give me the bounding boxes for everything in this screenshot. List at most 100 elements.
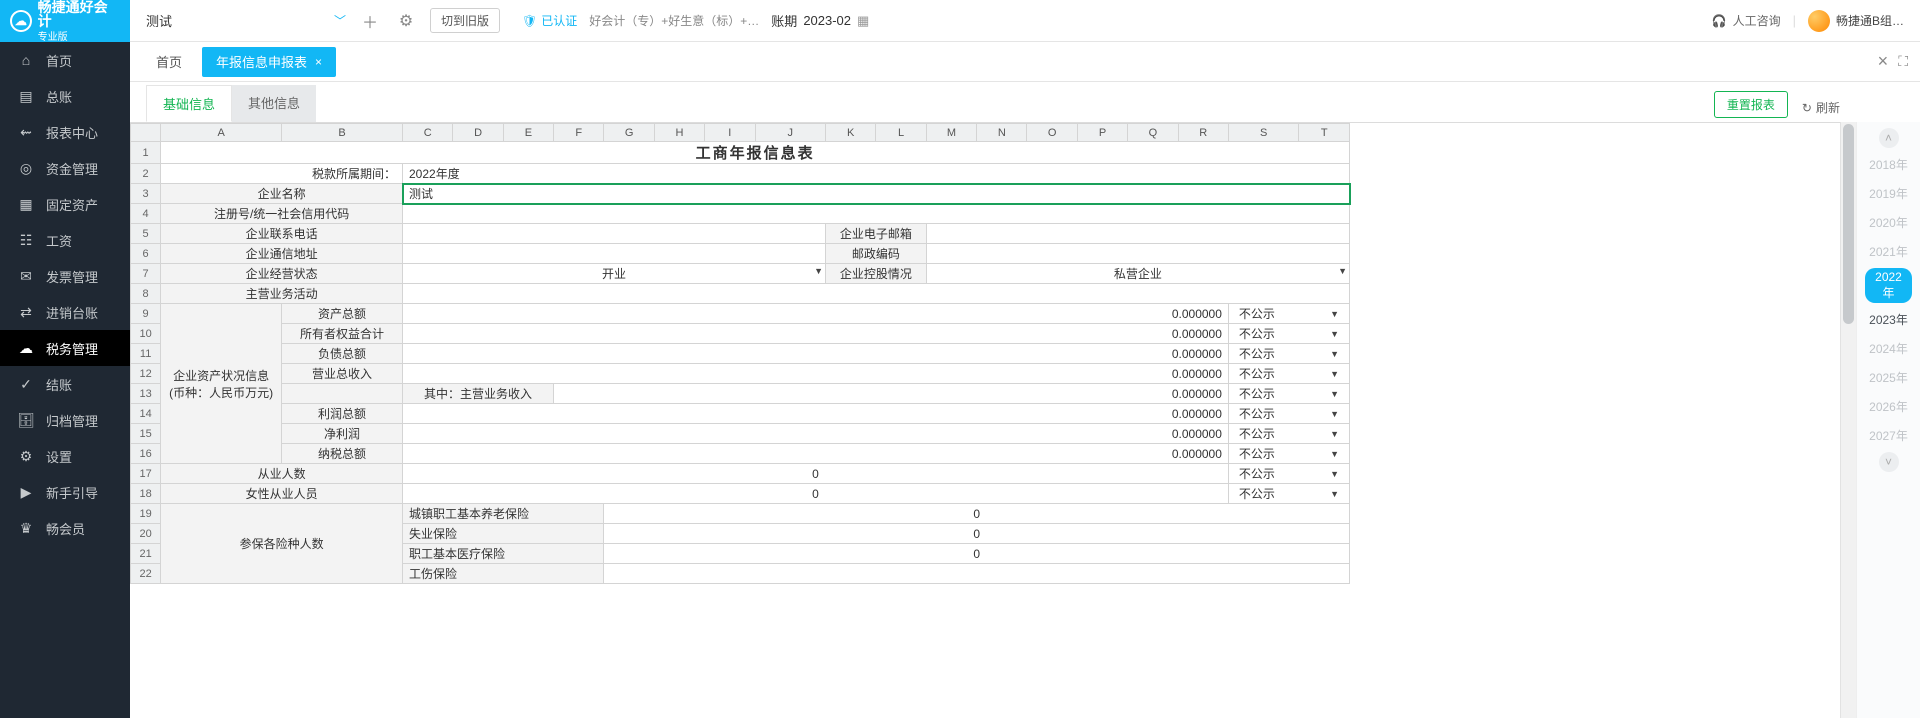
col-N[interactable]: N xyxy=(977,124,1027,142)
rownum-21[interactable]: 21 xyxy=(131,544,161,564)
input-reg-no[interactable] xyxy=(403,204,1350,224)
period-selector[interactable]: 账期 2023-02 ▦ xyxy=(771,11,869,30)
asset-value-14[interactable]: 0.000000 xyxy=(403,404,1229,424)
rownum-13[interactable]: 13 xyxy=(131,384,161,404)
input-employees[interactable]: 0 xyxy=(403,464,1229,484)
asset-value-9[interactable]: 0.000000 xyxy=(403,304,1229,324)
asset-disc-11[interactable]: 不公示▼ xyxy=(1228,344,1349,364)
rownum-5[interactable]: 5 xyxy=(131,224,161,244)
input-female-emp[interactable]: 0 xyxy=(403,484,1229,504)
year-2023年[interactable]: 2023年 xyxy=(1857,305,1920,334)
rownum-1[interactable]: 1 xyxy=(131,142,161,164)
rownum-3[interactable]: 3 xyxy=(131,184,161,204)
select-op-status[interactable]: 开业▼ xyxy=(403,264,826,284)
asset-disc-9[interactable]: 不公示▼ xyxy=(1228,304,1349,324)
year-2020年[interactable]: 2020年 xyxy=(1857,208,1920,237)
fullscreen-icon[interactable]: ⛶ xyxy=(1898,53,1908,70)
tab-home[interactable]: 首页 xyxy=(142,47,196,77)
rownum-11[interactable]: 11 xyxy=(131,344,161,364)
col-rownum[interactable] xyxy=(131,124,161,142)
select-holding[interactable]: 私营企业▼ xyxy=(926,264,1349,284)
add-button[interactable]: ＋ xyxy=(358,9,382,33)
switch-old-button[interactable]: 切到旧版 xyxy=(430,8,500,33)
subtab-basic[interactable]: 基础信息 xyxy=(146,85,232,122)
col-S[interactable]: S xyxy=(1228,124,1299,142)
col-H[interactable]: H xyxy=(654,124,704,142)
sidebar-item-10[interactable]: 🗄 归档管理 xyxy=(0,402,130,438)
rownum-17[interactable]: 17 xyxy=(131,464,161,484)
col-A[interactable]: A xyxy=(161,124,282,142)
col-F[interactable]: F xyxy=(554,124,604,142)
vertical-scrollbar[interactable] xyxy=(1840,122,1856,718)
rownum-16[interactable]: 16 xyxy=(131,444,161,464)
rownum-12[interactable]: 12 xyxy=(131,364,161,384)
settings-icon[interactable]: ⚙ xyxy=(394,9,418,33)
subtab-other[interactable]: 其他信息 xyxy=(232,85,316,122)
col-D[interactable]: D xyxy=(453,124,503,142)
reset-report-button[interactable]: 重置报表 xyxy=(1714,91,1788,118)
year-2019年[interactable]: 2019年 xyxy=(1857,179,1920,208)
asset-value-15[interactable]: 0.000000 xyxy=(403,424,1229,444)
year-down-button[interactable]: ˅ xyxy=(1879,452,1899,472)
col-M[interactable]: M xyxy=(926,124,976,142)
company-selector[interactable]: 测试 ﹀ xyxy=(146,11,346,30)
input-main-biz[interactable] xyxy=(403,284,1350,304)
rownum-8[interactable]: 8 xyxy=(131,284,161,304)
col-K[interactable]: K xyxy=(826,124,876,142)
col-T[interactable]: T xyxy=(1299,124,1350,142)
year-2025年[interactable]: 2025年 xyxy=(1857,363,1920,392)
sidebar-item-11[interactable]: ⚙ 设置 xyxy=(0,438,130,474)
year-up-button[interactable]: ˄ xyxy=(1879,128,1899,148)
close-all-tabs-button[interactable]: × xyxy=(1878,51,1889,72)
rownum-15[interactable]: 15 xyxy=(131,424,161,444)
asset-value-13[interactable]: 0.000000 xyxy=(554,384,1229,404)
asset-disc-12[interactable]: 不公示▼ xyxy=(1228,364,1349,384)
ins-value-22[interactable] xyxy=(604,564,1350,584)
asset-value-12[interactable]: 0.000000 xyxy=(403,364,1229,384)
refresh-button[interactable]: ↻ 刷新 xyxy=(1802,99,1840,116)
rownum-19[interactable]: 19 xyxy=(131,504,161,524)
spreadsheet[interactable]: ABCDEFGHIJKLMNOPQRST 1工商年报信息表2税款所属期间：202… xyxy=(130,122,1856,718)
rownum-10[interactable]: 10 xyxy=(131,324,161,344)
col-C[interactable]: C xyxy=(403,124,453,142)
sidebar-item-13[interactable]: ♛ 畅会员 xyxy=(0,510,130,546)
input-phone[interactable] xyxy=(403,224,826,244)
sidebar-item-4[interactable]: ▦ 固定资产 xyxy=(0,186,130,222)
asset-disc-16[interactable]: 不公示▼ xyxy=(1228,444,1349,464)
sidebar-item-5[interactable]: ☷ 工资 xyxy=(0,222,130,258)
rownum-2[interactable]: 2 xyxy=(131,164,161,184)
col-E[interactable]: E xyxy=(503,124,553,142)
input-company-name[interactable]: 测试 xyxy=(403,184,1350,204)
asset-disc-13[interactable]: 不公示▼ xyxy=(1228,384,1349,404)
col-P[interactable]: P xyxy=(1077,124,1127,142)
sidebar-item-6[interactable]: ✉ 发票管理 xyxy=(0,258,130,294)
col-L[interactable]: L xyxy=(876,124,926,142)
asset-disc-10[interactable]: 不公示▼ xyxy=(1228,324,1349,344)
scrollbar-thumb[interactable] xyxy=(1843,124,1854,324)
col-G[interactable]: G xyxy=(604,124,654,142)
sidebar-item-3[interactable]: ◎ 资金管理 xyxy=(0,150,130,186)
col-J[interactable]: J xyxy=(755,124,826,142)
sidebar-item-8[interactable]: ☁ 税务管理 xyxy=(0,330,130,366)
rownum-22[interactable]: 22 xyxy=(131,564,161,584)
year-2027年[interactable]: 2027年 xyxy=(1857,421,1920,450)
sidebar-item-0[interactable]: ⌂ 首页 xyxy=(0,42,130,78)
rownum-7[interactable]: 7 xyxy=(131,264,161,284)
input-address[interactable] xyxy=(403,244,826,264)
rownum-4[interactable]: 4 xyxy=(131,204,161,224)
rownum-14[interactable]: 14 xyxy=(131,404,161,424)
rownum-6[interactable]: 6 xyxy=(131,244,161,264)
year-2026年[interactable]: 2026年 xyxy=(1857,392,1920,421)
input-email[interactable] xyxy=(926,224,1349,244)
disc-female-emp[interactable]: 不公示▼ xyxy=(1228,484,1349,504)
close-icon[interactable]: × xyxy=(315,55,322,69)
year-2024年[interactable]: 2024年 xyxy=(1857,334,1920,363)
disc-employees[interactable]: 不公示▼ xyxy=(1228,464,1349,484)
support-button[interactable]: 🎧 人工咨询 xyxy=(1712,12,1781,29)
asset-value-10[interactable]: 0.000000 xyxy=(403,324,1229,344)
asset-value-11[interactable]: 0.000000 xyxy=(403,344,1229,364)
rownum-18[interactable]: 18 xyxy=(131,484,161,504)
asset-value-16[interactable]: 0.000000 xyxy=(403,444,1229,464)
col-Q[interactable]: Q xyxy=(1128,124,1178,142)
tab-annual-report[interactable]: 年报信息申报表 × xyxy=(202,47,336,77)
